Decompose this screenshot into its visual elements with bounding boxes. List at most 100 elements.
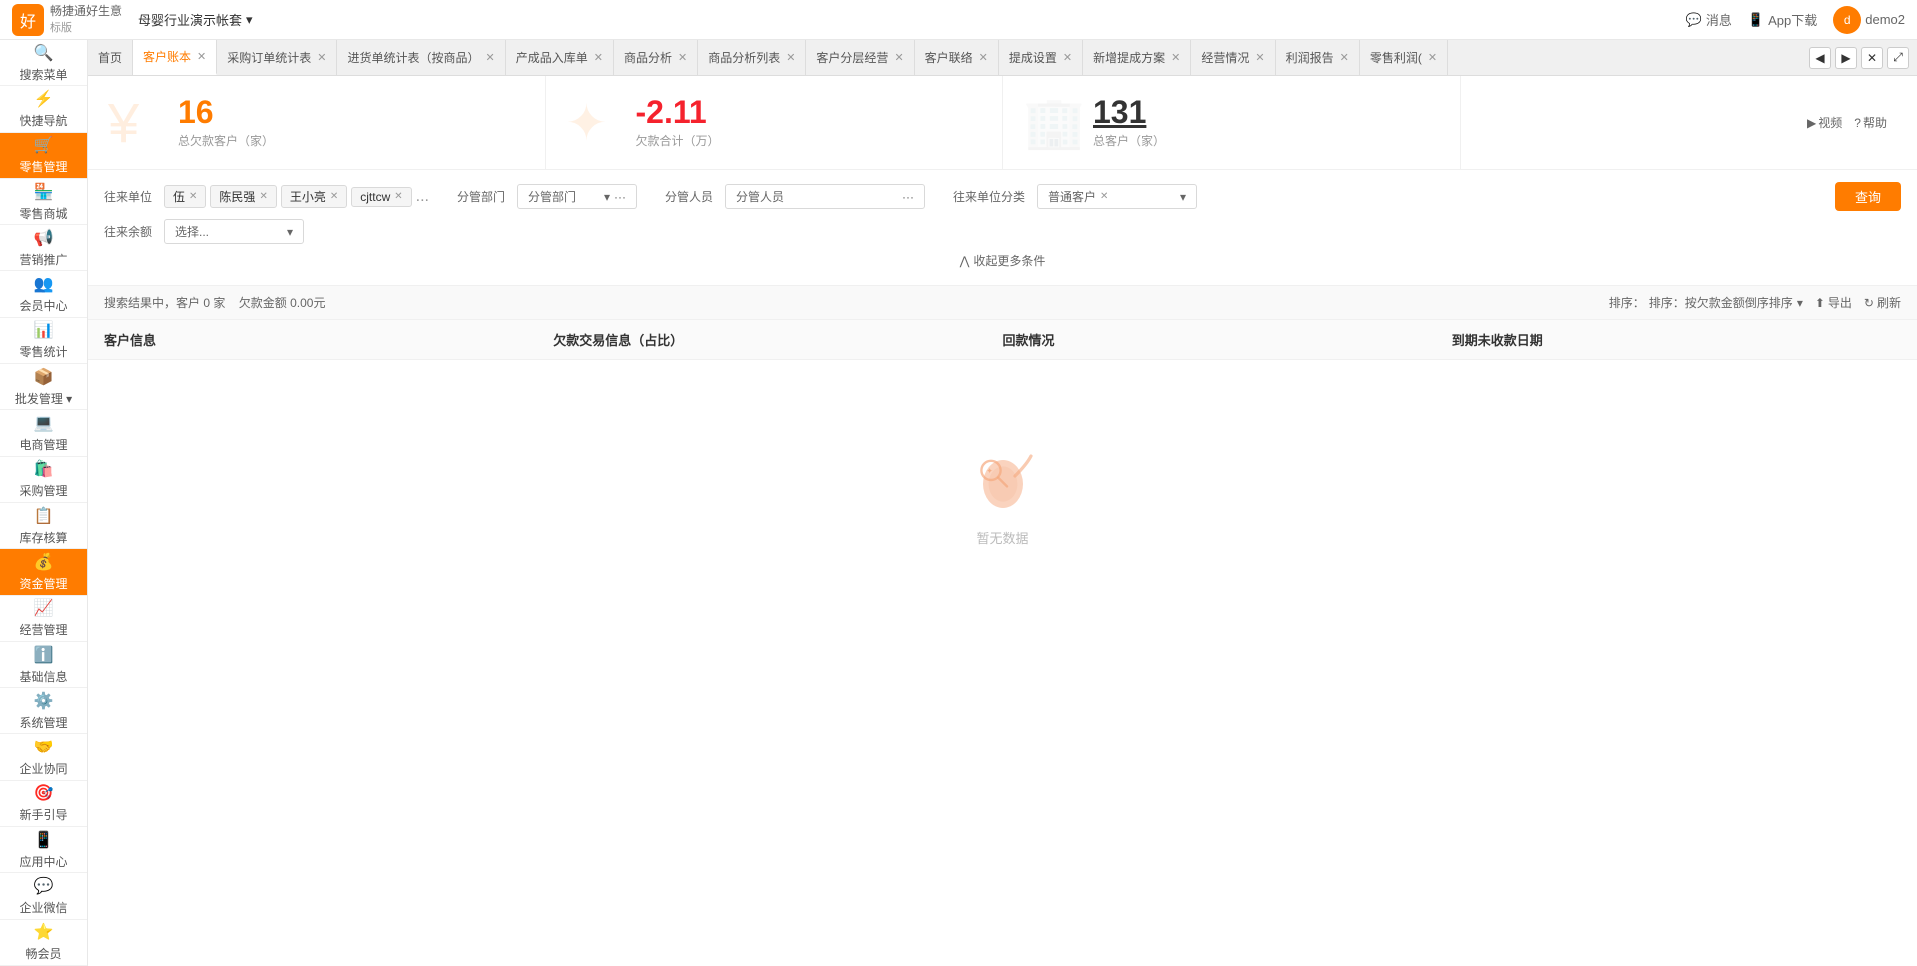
sidebar-item-new-user[interactable]: 🎯 新手引导 [0, 781, 87, 827]
tab-new-commission-plan[interactable]: 新增提成方案 ✕ [1083, 40, 1191, 75]
filter-more-tags[interactable]: ... [416, 188, 429, 206]
tab-retail-profit-close[interactable]: ✕ [1428, 51, 1437, 64]
balance-filter-select[interactable]: 选择... ▾ [164, 219, 304, 244]
avatar-initial: d [1844, 13, 1851, 27]
tab-next-button[interactable]: ▶ [1835, 47, 1857, 69]
message-button[interactable]: 💬 消息 [1686, 10, 1732, 29]
company-select[interactable]: 母婴行业演示帐套 ▾ [130, 10, 261, 29]
tab-prev-button[interactable]: ◀ [1809, 47, 1831, 69]
tab-home[interactable]: 首页 [88, 40, 133, 75]
sidebar-item-search[interactable]: 🔍 搜索菜单 [0, 40, 87, 86]
sidebar-item-wechat-biz[interactable]: 💬 企业微信 [0, 873, 87, 919]
tab-profit-report[interactable]: 利润报告 ✕ [1276, 40, 1360, 75]
sidebar-item-sys-mgmt[interactable]: ⚙️ 系统管理 [0, 688, 87, 734]
unit-tag-wang-close[interactable]: ✕ [330, 191, 338, 202]
tab-product-analysis-list-close[interactable]: ✕ [786, 51, 795, 64]
unit-tag-wu[interactable]: 伍 ✕ [164, 185, 206, 208]
tab-product-analysis-list[interactable]: 商品分析列表 ✕ [698, 40, 806, 75]
tab-customer-segment-close[interactable]: ✕ [894, 51, 903, 64]
sidebar-item-inventory[interactable]: 📋 库存核算 [0, 503, 87, 549]
tab-product-analysis-close[interactable]: ✕ [678, 51, 687, 64]
sidebar-item-basic-info[interactable]: ℹ️ 基础信息 [0, 642, 87, 688]
sidebar-item-finance[interactable]: 💰 资金管理 [0, 549, 87, 595]
sidebar-item-app-center[interactable]: 📱 应用中心 [0, 827, 87, 873]
dept-filter-select[interactable]: 分管部门 ▾ ··· [517, 184, 637, 209]
refresh-label: 刷新 [1877, 294, 1901, 311]
sidebar-item-retail-mgmt[interactable]: 🛒 零售管理 [0, 133, 87, 179]
result-info: 搜索结果中，客户 0 家 欠款金额 0.00元 [104, 294, 325, 311]
sidebar-item-members[interactable]: 👥 会员中心 [0, 271, 87, 317]
person-filter-select[interactable]: 分管人员 ··· [725, 184, 925, 209]
query-button[interactable]: 查询 [1835, 182, 1901, 211]
unit-tag-chen[interactable]: 陈民强 ✕ [210, 185, 276, 208]
tab-customer-accounts-close[interactable]: ✕ [197, 50, 206, 63]
user-menu[interactable]: d demo2 [1833, 6, 1905, 34]
tab-retail-profit[interactable]: 零售利润( ✕ [1360, 40, 1448, 75]
retail-stats-icon: 📊 [34, 320, 54, 340]
sidebar-ops-label: 经营管理 [19, 621, 67, 638]
sidebar-item-marketing[interactable]: 📢 营销推广 [0, 225, 87, 271]
unit-category-filter-select[interactable]: 普通客户 ✕ ▾ [1037, 184, 1197, 209]
sidebar-batch-mgmt-label: 批发管理 ▾ [15, 390, 72, 407]
refresh-button[interactable]: ↻ 刷新 [1864, 294, 1901, 311]
app-download-button[interactable]: 📱 App下载 [1748, 10, 1817, 29]
sidebar-item-ecommerce[interactable]: 💻 电商管理 [0, 410, 87, 456]
company-dropdown-icon: ▾ [246, 12, 253, 28]
tab-cost-inbound[interactable]: 产成品入库单 ✕ [506, 40, 614, 75]
tab-inbound-stats[interactable]: 进货单统计表（按商品） ✕ [337, 40, 505, 75]
sidebar-item-vip[interactable]: ⭐ 畅会员 [0, 920, 87, 966]
tab-new-commission-plan-close[interactable]: ✕ [1171, 51, 1180, 64]
sidebar-item-batch-mgmt[interactable]: 📦 批发管理 ▾ [0, 364, 87, 410]
unit-category-tag-close[interactable]: ✕ [1100, 191, 1108, 202]
page-body: ¥ 16 总欠款客户（家） ✦ -2.11 欠款合计（万） 🏢 [88, 76, 1917, 966]
tab-commission-settings-close[interactable]: ✕ [1063, 51, 1072, 64]
tab-customer-contact-label: 客户联络 [925, 49, 973, 66]
help-icon: ? [1854, 116, 1861, 130]
export-button[interactable]: ⬆ 导出 [1815, 294, 1852, 311]
tab-profit-report-close[interactable]: ✕ [1340, 51, 1349, 64]
tab-cost-inbound-close[interactable]: ✕ [594, 51, 603, 64]
tab-purchase-order-stats[interactable]: 采购订单统计表 ✕ [217, 40, 337, 75]
sort-select[interactable]: 排序： 排序：按欠款金额倒序排序 ▾ [1609, 294, 1803, 311]
unit-tag-cjttcw-close[interactable]: ✕ [394, 191, 402, 202]
tab-commission-settings[interactable]: 提成设置 ✕ [999, 40, 1083, 75]
tab-customer-contact-close[interactable]: ✕ [979, 51, 988, 64]
sidebar-item-retail-mall[interactable]: 🏪 零售商城 [0, 179, 87, 225]
app-center-icon: 📱 [34, 830, 54, 850]
result-bar: 搜索结果中，客户 0 家 欠款金额 0.00元 排序： 排序：按欠款金额倒序排序… [88, 286, 1917, 320]
header-right: 💬 消息 📱 App下载 d demo2 [1686, 6, 1905, 34]
empty-state: ✦ 暂无数据 [88, 360, 1917, 627]
tab-product-analysis[interactable]: 商品分析 ✕ [614, 40, 698, 75]
sidebar-item-ops[interactable]: 📈 经营管理 [0, 596, 87, 642]
tab-cost-inbound-label: 产成品入库单 [516, 49, 588, 66]
dept-filter-dropdown-icon: ▾ [604, 190, 610, 204]
tab-maximize-button[interactable]: ⤢ [1887, 47, 1909, 69]
sidebar-item-retail-stats[interactable]: 📊 零售统计 [0, 318, 87, 364]
tab-customer-segment[interactable]: 客户分层经营 ✕ [806, 40, 914, 75]
tab-purchase-order-stats-close[interactable]: ✕ [317, 51, 326, 64]
sidebar-finance-label: 资金管理 [19, 575, 67, 592]
tab-biz-situation-close[interactable]: ✕ [1255, 51, 1264, 64]
tab-biz-situation[interactable]: 经营情况 ✕ [1191, 40, 1275, 75]
help-link[interactable]: ? 帮助 [1854, 114, 1887, 131]
unit-tag-cjttcw[interactable]: cjttcw ✕ [351, 187, 411, 207]
unit-filter-label: 往来单位 [104, 188, 152, 205]
tab-customer-accounts[interactable]: 客户账本 ✕ [133, 40, 217, 75]
sidebar-item-quick-nav[interactable]: ⚡ 快捷导航 [0, 86, 87, 132]
unit-tag-chen-close[interactable]: ✕ [259, 191, 267, 202]
video-link[interactable]: ▶ 视频 [1807, 114, 1842, 131]
debt-amount: 0.00元 [290, 296, 325, 310]
sidebar-item-enterprise[interactable]: 🤝 企业协同 [0, 734, 87, 780]
refresh-icon: ↻ [1864, 296, 1874, 310]
tab-customer-contact[interactable]: 客户联络 ✕ [915, 40, 999, 75]
unit-category-tag[interactable]: 普通客户 ✕ [1048, 188, 1108, 205]
empty-illustration: ✦ [963, 440, 1043, 520]
tab-inbound-stats-close[interactable]: ✕ [486, 51, 495, 64]
col-repayment: 回款情况 [1003, 330, 1452, 349]
quick-nav-icon: ⚡ [34, 89, 54, 109]
tab-close-all-button[interactable]: ✕ [1861, 47, 1883, 69]
sidebar-item-purchase[interactable]: 🛍️ 采购管理 [0, 457, 87, 503]
collapse-filter-button[interactable]: ⋀ 收起更多条件 [104, 252, 1901, 269]
unit-tag-wang[interactable]: 王小亮 ✕ [281, 185, 347, 208]
unit-tag-wu-close[interactable]: ✕ [189, 191, 197, 202]
